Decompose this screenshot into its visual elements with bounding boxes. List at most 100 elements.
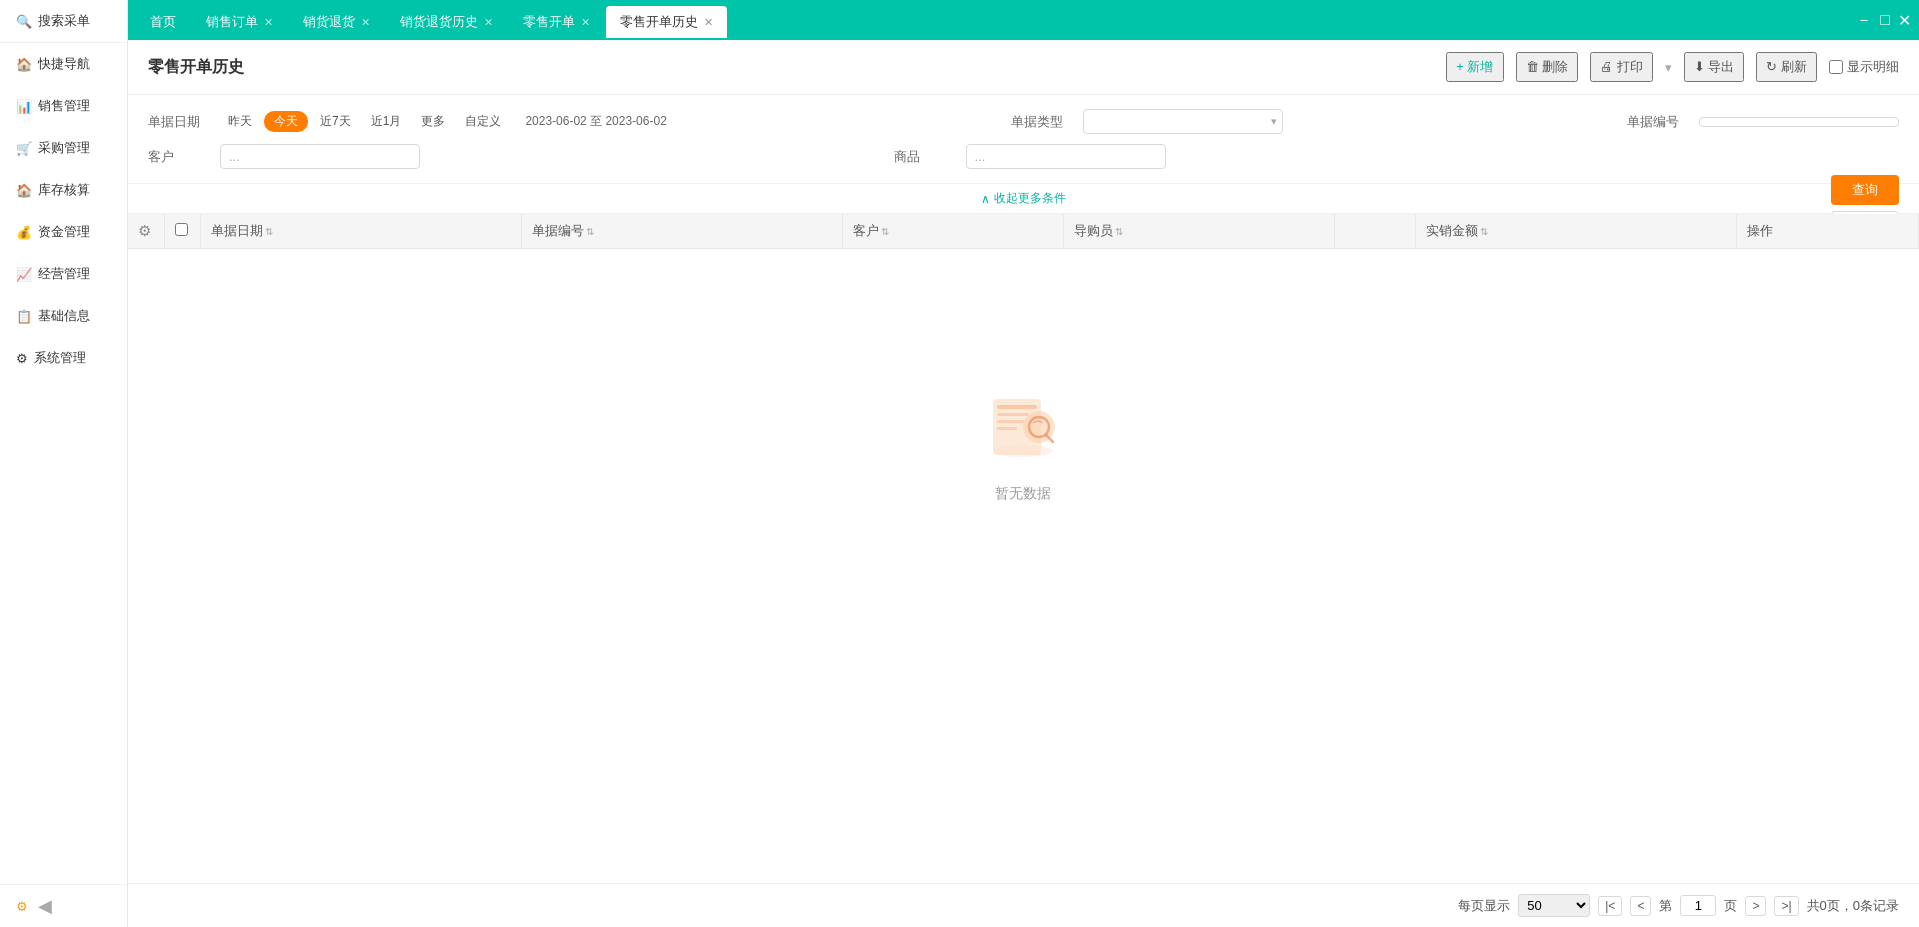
window-minimize-btn[interactable]: － [1856, 10, 1872, 31]
sort-icon-guide: ⇅ [1115, 226, 1123, 237]
table-settings-icon[interactable]: ⚙ [138, 222, 151, 239]
show-detail-checkbox[interactable] [1829, 60, 1843, 74]
doc-type-select[interactable] [1083, 109, 1283, 134]
show-detail-label[interactable]: 显示明细 [1829, 58, 1899, 76]
th-customer-sort[interactable]: 客户 ⇅ [853, 222, 1053, 240]
select-all-checkbox[interactable] [175, 223, 188, 236]
svg-rect-5 [997, 427, 1017, 430]
pagination: 每页显示 10 20 50 100 |< < 第 页 > >| 共0页，0条记录 [128, 883, 1919, 927]
sidebar-collapse-btn[interactable]: ◀ [38, 895, 52, 917]
th-date-sort[interactable]: 单据日期 ⇅ [211, 222, 511, 240]
page-next-btn[interactable]: > [1745, 896, 1766, 916]
th-amount-sort[interactable]: 实销金额 ⇅ [1426, 222, 1726, 240]
sidebar-search[interactable]: 🔍 搜索采单 [0, 0, 127, 43]
sidebar-item-label: 快捷导航 [38, 55, 90, 73]
sidebar-item-quick-nav[interactable]: 🏠 快捷导航 [0, 43, 127, 85]
purchase-mgmt-icon: 🛒 [16, 141, 32, 156]
add-button[interactable]: + 新增 [1446, 52, 1503, 82]
page-label: 第 [1659, 897, 1672, 915]
th-no-sort[interactable]: 单据编号 ⇅ [532, 222, 832, 240]
tab-sales-return[interactable]: 销货退货 ✕ [289, 6, 384, 38]
tab-retail-open-history[interactable]: 零售开单历史 ✕ [606, 6, 727, 38]
tab-sales-return-close[interactable]: ✕ [361, 16, 370, 29]
date-label: 单据日期 [148, 113, 204, 131]
sidebar-item-label: 系统管理 [34, 349, 86, 367]
sidebar-item-label: 基础信息 [38, 307, 90, 325]
sidebar-item-finance[interactable]: 💰 资金管理 [0, 211, 127, 253]
doc-no-label: 单据编号 [1627, 113, 1683, 131]
sidebar-item-system-mgmt[interactable]: ⚙ 系统管理 [0, 337, 127, 379]
date-btn-custom[interactable]: 自定义 [457, 111, 509, 132]
th-check [164, 214, 200, 249]
page-title: 零售开单历史 [148, 57, 244, 78]
page-prev-btn[interactable]: < [1630, 896, 1651, 916]
gear-icon[interactable]: ⚙ [16, 899, 28, 914]
svg-rect-2 [997, 405, 1037, 409]
delete-button[interactable]: 🗑 删除 [1516, 52, 1579, 82]
tab-retail-open-history-close[interactable]: ✕ [704, 16, 713, 29]
th-guide-label: 导购员 [1074, 222, 1113, 240]
tab-retail-open-close[interactable]: ✕ [581, 16, 590, 29]
tab-sales-return-history[interactable]: 销货退货历史 ✕ [386, 6, 507, 38]
filter-section: 单据日期 昨天 今天 近7天 近1月 更多 自定义 2023-06-02 至 2… [128, 95, 1919, 184]
print-dropdown-icon[interactable]: ▾ [1665, 60, 1672, 75]
customer-placeholder: ... [229, 149, 240, 164]
doc-type-select-wrap: ▾ [1083, 109, 1283, 134]
sidebar-item-label: 经营管理 [38, 265, 90, 283]
th-customer: 客户 ⇅ [843, 214, 1064, 249]
doc-no-input[interactable] [1699, 117, 1899, 127]
collapse-label: 收起更多条件 [994, 190, 1066, 207]
print-button[interactable]: 🖨 打印 [1590, 52, 1653, 82]
customer-input[interactable]: ... [220, 144, 420, 169]
sidebar-item-purchase-mgmt[interactable]: 🛒 采购管理 [0, 127, 127, 169]
inventory-icon: 🏠 [16, 183, 32, 198]
sidebar-item-label: 库存核算 [38, 181, 90, 199]
sidebar-search-label: 搜索采单 [38, 12, 90, 30]
collapse-up-icon: ∧ [981, 192, 990, 206]
tab-sales-order[interactable]: 销售订单 ✕ [192, 6, 287, 38]
tabbar-actions: － □ ✕ [1856, 10, 1911, 31]
filter-bar: 单据日期 昨天 今天 近7天 近1月 更多 自定义 2023-06-02 至 2… [128, 95, 1919, 184]
business-icon: 📈 [16, 267, 32, 282]
empty-state-row: 暂无数据 [128, 249, 1919, 624]
page-last-btn[interactable]: >| [1774, 896, 1798, 916]
sidebar-item-basic-info[interactable]: 📋 基础信息 [0, 295, 127, 337]
query-button[interactable]: 查询 [1831, 175, 1899, 205]
svg-rect-3 [997, 413, 1029, 416]
th-date: 单据日期 ⇅ [200, 214, 521, 249]
sidebar-item-label: 采购管理 [38, 139, 90, 157]
tab-home[interactable]: 首页 [136, 6, 190, 38]
collapse-bar[interactable]: ∧ 收起更多条件 [128, 184, 1919, 214]
sidebar-item-sales-mgmt[interactable]: 📊 销售管理 [0, 85, 127, 127]
th-guide-sort[interactable]: 导购员 ⇅ [1074, 222, 1324, 240]
sidebar-item-business[interactable]: 📈 经营管理 [0, 253, 127, 295]
date-btn-today[interactable]: 今天 [264, 111, 308, 132]
date-quick-btns: 昨天 今天 近7天 近1月 更多 自定义 [220, 111, 509, 132]
product-input[interactable]: ... [966, 144, 1166, 169]
sort-icon-date: ⇅ [265, 226, 273, 237]
per-page-select[interactable]: 10 20 50 100 [1518, 894, 1590, 917]
page-number-input[interactable] [1680, 895, 1716, 916]
date-btn-yesterday[interactable]: 昨天 [220, 111, 260, 132]
window-close-btn[interactable]: ✕ [1898, 11, 1911, 30]
th-no: 单据编号 ⇅ [521, 214, 842, 249]
sidebar-item-inventory[interactable]: 🏠 库存核算 [0, 169, 127, 211]
table-header-row: ⚙ 单据日期 ⇅ 单据编号 [128, 214, 1919, 249]
tab-retail-open[interactable]: 零售开单 ✕ [509, 6, 604, 38]
tab-sales-order-close[interactable]: ✕ [264, 16, 273, 29]
page-first-btn[interactable]: |< [1598, 896, 1622, 916]
date-btn-1month[interactable]: 近1月 [363, 111, 410, 132]
refresh-button[interactable]: ↻ 刷新 [1756, 52, 1817, 82]
th-action-label: 操作 [1747, 223, 1773, 238]
date-btn-7days[interactable]: 近7天 [312, 111, 359, 132]
date-btn-more[interactable]: 更多 [413, 111, 453, 132]
product-placeholder: ... [975, 149, 986, 164]
sort-icon-customer: ⇅ [881, 226, 889, 237]
export-button[interactable]: ⬇ 导出 [1684, 52, 1745, 82]
sidebar-item-label: 销售管理 [38, 97, 90, 115]
th-spacer [1334, 214, 1415, 249]
tab-sales-return-history-close[interactable]: ✕ [484, 16, 493, 29]
window-maximize-btn[interactable]: □ [1880, 11, 1890, 29]
svg-rect-4 [997, 420, 1025, 423]
tab-home-label: 首页 [150, 13, 176, 31]
